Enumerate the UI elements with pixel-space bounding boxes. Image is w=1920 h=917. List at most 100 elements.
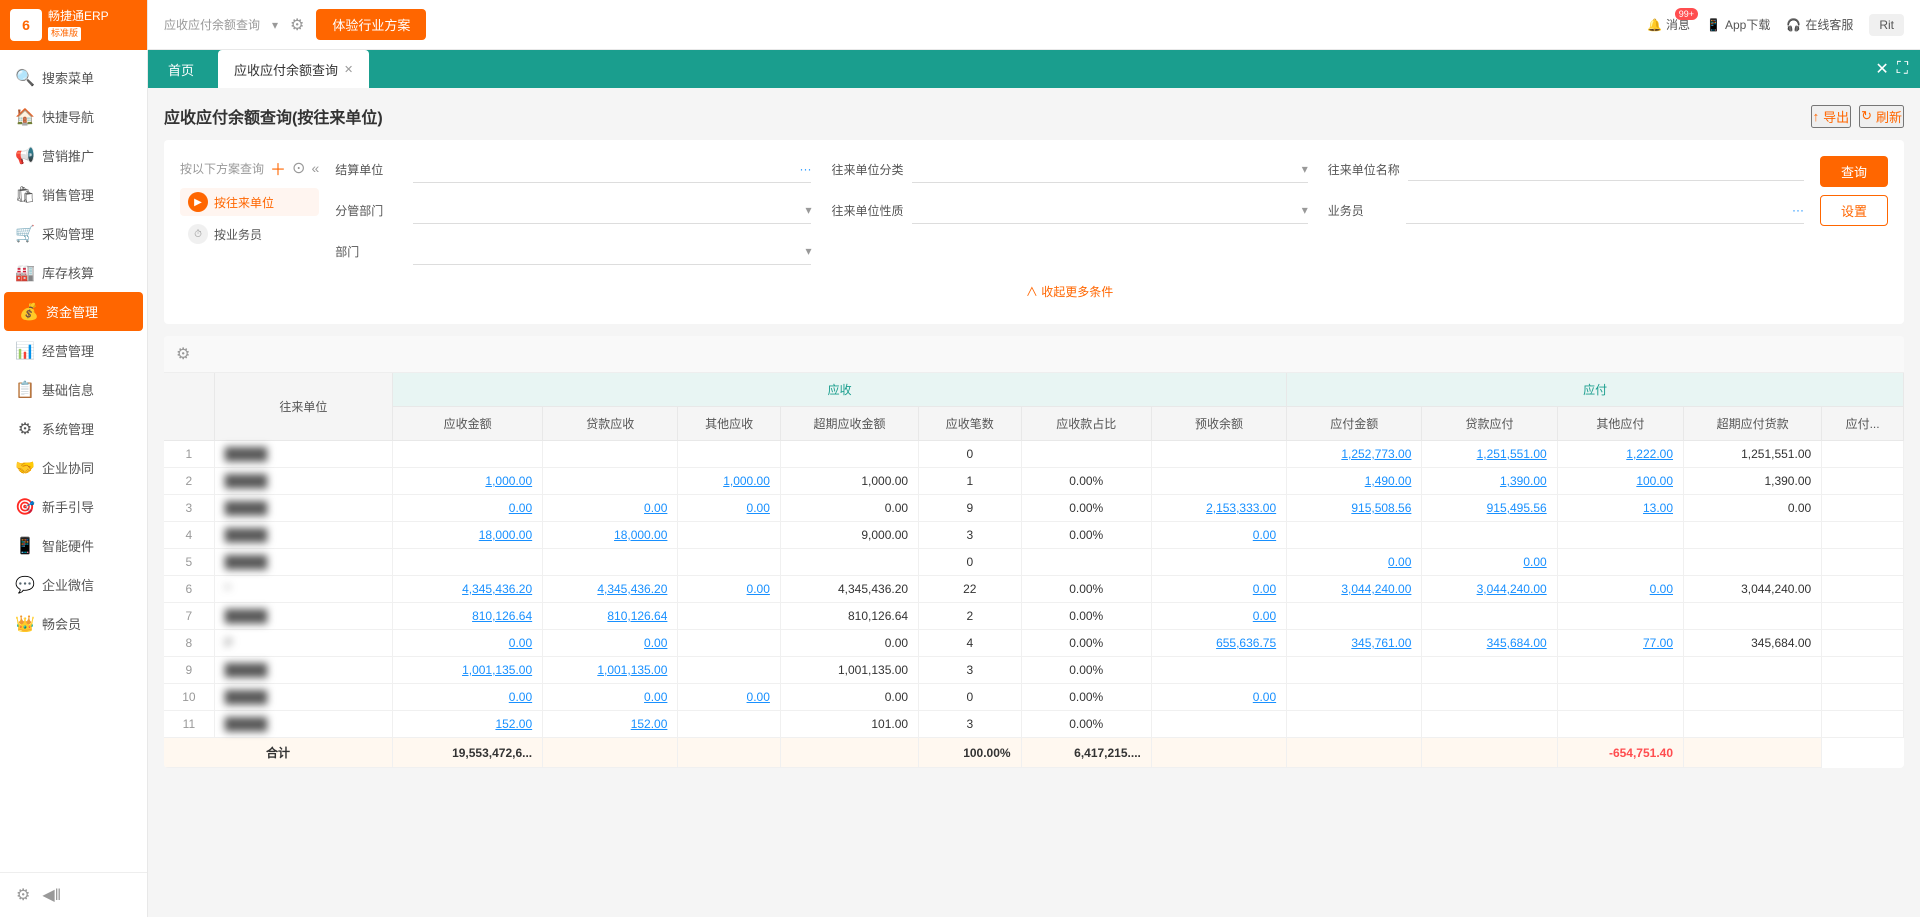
sidebar-logo: 6 畅捷通ERP 标准版 [0,0,147,50]
partner-name: ^ [214,576,392,603]
guide-icon: 🎯 [16,498,34,516]
sidebar-item-inventory[interactable]: 🏭 库存核算 [0,253,147,292]
dept-manager-chevron[interactable]: ▾ [805,203,811,217]
col-ar-loan: 贷款应收 [543,407,678,441]
dept-manager-input[interactable] [413,199,801,221]
main-content: 应收应付余额查询(按往来单位) ↑ 导出 ↻ 刷新 按以下方案查询 ＋ [148,88,1920,917]
sidebar-item-member[interactable]: 👑 畅会员 [0,604,147,643]
filter-field-partner-nature: 往来单位性质 ▾ [831,197,1307,224]
message-button[interactable]: 🔔 消息 99+ [1647,16,1690,33]
table-settings-icon[interactable]: ⚙ [176,344,190,364]
collapse-icon[interactable]: ◀‖ [42,885,61,905]
footer-ap-overdue: -654,751.40 [1557,738,1683,768]
row-num: 10 [164,684,214,711]
sidebar-label-operation: 经营管理 [42,341,94,360]
sidebar-item-basic[interactable]: 📋 基础信息 [0,370,147,409]
filter-field-salesman: 业务员 ··· [1328,197,1804,224]
filter-add-icon[interactable]: ＋ [270,156,286,180]
promo-button[interactable]: 体验行业方案 [316,9,426,40]
col-group-ap: 应付 [1287,373,1904,407]
tab-close-window-icon[interactable]: ✕ [1875,59,1888,79]
member-icon: 👑 [16,615,34,633]
sidebar-label-nav: 快捷导航 [42,107,94,126]
filter-collapse-icon[interactable]: « [311,160,319,176]
salesman-input[interactable] [1406,199,1792,221]
partner-category-input[interactable] [912,158,1298,180]
partner-nature-input[interactable] [912,199,1298,221]
refresh-icon: ↻ [1861,108,1872,124]
row-num: 6 [164,576,214,603]
tab-close-icon[interactable]: ✕ [344,63,353,76]
sidebar: 6 畅捷通ERP 标准版 🔍 搜索菜单 🏠 快捷导航 📢 营销推广 🛍 销售管理… [0,0,148,917]
sidebar-item-search[interactable]: 🔍 搜索菜单 [0,58,147,97]
scheme-salesman[interactable]: ⏱ 按业务员 [180,220,319,248]
app-download-button[interactable]: 📱 App下载 [1706,16,1770,33]
sidebar-item-guide[interactable]: 🎯 新手引导 [0,487,147,526]
sidebar-item-wechat[interactable]: 💬 企业微信 [0,565,147,604]
filter-field-partner-category: 往来单位分类 ▾ [831,156,1307,183]
filter-field-partner-name: 往来单位名称 [1328,156,1804,183]
partner-name: █████ [214,603,392,630]
partner-category-chevron[interactable]: ▾ [1302,162,1308,176]
col-partner: 往来单位 [214,373,392,441]
online-service-button[interactable]: 🎧 在线客服 [1786,16,1853,33]
header-right: 🔔 消息 99+ 📱 App下载 🎧 在线客服 Rit [1647,14,1904,36]
header-dropdown-icon[interactable]: ▾ [272,18,278,32]
sidebar-item-system[interactable]: ⚙ 系统管理 [0,409,147,448]
tab-home[interactable]: 首页 [148,50,214,88]
dept-input[interactable] [413,240,801,262]
tab-active[interactable]: 应收应付余额查询 ✕ [218,50,369,88]
table-container: ⚙ 往来单位 应收 应付 应收金额 贷款应收 其他应收 [164,336,1904,768]
wechat-icon: 💬 [16,576,34,594]
table-row: 2█████1,000.001,000.001,000.0010.00%1,49… [164,468,1904,495]
table-row: 7█████810,126.64810,126.64810,126.6420.0… [164,603,1904,630]
cooperation-icon: 🤝 [16,459,34,477]
salesman-dots-icon[interactable]: ··· [1792,203,1804,217]
user-menu[interactable]: Rit [1869,14,1904,36]
filter-settings-icon[interactable]: ⊙ [292,158,305,178]
footer-ar-ratio: 100.00% [919,738,1022,768]
sidebar-item-hardware[interactable]: 📱 智能硬件 [0,526,147,565]
sidebar-label-cooperation: 企业协同 [42,458,94,477]
partner-name: █████ [214,495,392,522]
scheme-salesman-icon: ⏱ [188,224,208,244]
sidebar-item-purchase[interactable]: 🛒 采购管理 [0,214,147,253]
refresh-button[interactable]: ↻ 刷新 [1859,105,1904,128]
tab-maximize-icon[interactable]: ⛶ [1897,60,1908,78]
sidebar-item-marketing[interactable]: 📢 营销推广 [0,136,147,175]
dept-chevron[interactable]: ▾ [805,244,811,258]
sidebar-label-search: 搜索菜单 [42,68,94,87]
sidebar-label-wechat: 企业微信 [42,575,94,594]
filter-actions: 查询 设置 [1820,156,1888,226]
partner-nature-chevron[interactable]: ▾ [1302,203,1308,217]
message-badge: 99+ [1675,8,1698,20]
sidebar-item-nav[interactable]: 🏠 快捷导航 [0,97,147,136]
set-button[interactable]: 设置 [1820,195,1888,226]
scheme-partner[interactable]: ▶ 按往来单位 [180,188,319,216]
bell-icon: 🔔 [1647,18,1662,32]
sidebar-item-sales[interactable]: 🛍 销售管理 [0,175,147,214]
filter-label: 按以下方案查询 [180,160,264,177]
sidebar-item-cooperation[interactable]: 🤝 企业协同 [0,448,147,487]
sidebar-item-finance[interactable]: 💰 资金管理 [4,292,143,331]
table-scroll[interactable]: 往来单位 应收 应付 应收金额 贷款应收 其他应收 超期应收金额 应收笔数 应收… [164,373,1904,768]
sidebar-item-operation[interactable]: 📊 经营管理 [0,331,147,370]
header-gear-icon[interactable]: ⚙ [290,15,304,35]
export-button[interactable]: ↑ 导出 [1811,105,1852,128]
header-breadcrumb: 应收应付余额查询 [164,16,260,33]
query-button[interactable]: 查询 [1820,156,1888,187]
settlement-dots-icon[interactable]: ··· [799,162,811,176]
sidebar-label-member: 畅会员 [42,614,81,633]
settings-icon[interactable]: ⚙ [16,885,30,905]
settlement-unit-input[interactable] [413,158,799,180]
partner-name-input[interactable] [1408,158,1804,181]
sidebar-bottom: ⚙ ◀‖ [0,872,147,917]
basic-icon: 📋 [16,381,34,399]
table-row: 9█████1,001,135.001,001,135.001,001,135.… [164,657,1904,684]
scheme-partner-icon: ▶ [188,192,208,212]
filter-field-dept: 部门 ▾ [335,238,811,265]
row-num: 8 [164,630,214,657]
filter-more-conditions[interactable]: ∧ 收起更多条件 [335,275,1804,308]
filter-field-dept-manager: 分管部门 ▾ [335,197,811,224]
row-num: 1 [164,441,214,468]
